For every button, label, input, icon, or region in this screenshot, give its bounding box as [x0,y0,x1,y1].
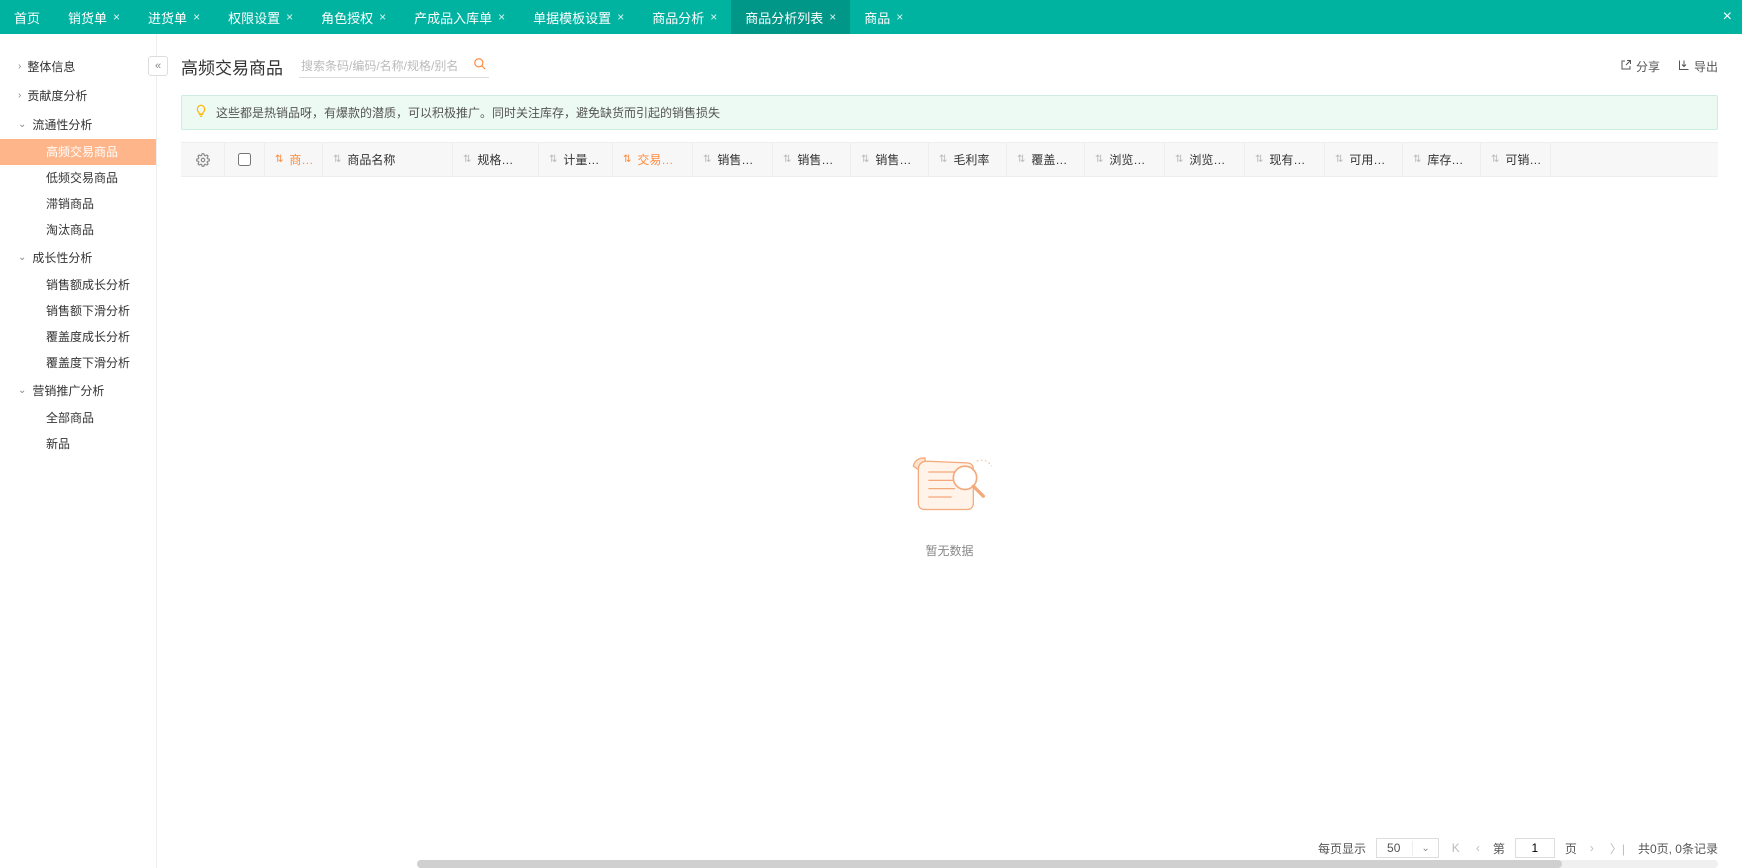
page-suffix: 页 [1565,840,1577,857]
empty-illustration [900,432,1000,532]
sidebar-item-销售额成长分析[interactable]: 销售额成长分析 [0,272,156,298]
pagination: 每页显示 50 ⌄ K ‹ 第 页 › 〉| 共0页, 0条记录 [1318,838,1718,858]
close-icon[interactable]: × [896,10,903,24]
last-page-button[interactable]: 〉| [1607,840,1628,857]
tab-label: 商品分析列表 [745,8,823,27]
close-icon[interactable]: × [710,10,717,24]
page-prefix: 第 [1493,840,1505,857]
sidebar-item-滞销商品[interactable]: 滞销商品 [0,191,156,217]
first-page-button[interactable]: K [1449,841,1463,855]
page-header: 高频交易商品 分享 导出 [157,34,1742,89]
sidebar: « ›整体信息›贡献度分析⌄流通性分析高频交易商品低频交易商品滞销商品淘汰商品⌄… [0,34,157,868]
tab-角色授权[interactable]: 角色授权 × [307,0,400,34]
per-page-value: 50 [1377,839,1412,857]
chevron-icon: ⌄ [18,119,26,130]
sidebar-group-label: 流通性分析 [32,116,92,133]
horizontal-scrollbar[interactable] [417,860,1718,868]
sidebar-group-成长性分析[interactable]: ⌄ 成长性分析 [0,243,156,272]
search-icon[interactable] [473,57,487,74]
info-banner: 这些都是热销品呀，有爆款的潜质，可以积极推广。同时关注库存，避免缺货而引起的销售… [181,95,1718,130]
share-button[interactable]: 分享 [1620,58,1660,75]
page-input[interactable] [1515,838,1555,858]
tab-label: 销货单 [68,8,107,27]
tab-商品分析列表[interactable]: 商品分析列表 × [731,0,850,34]
tab-进货单[interactable]: 进货单 × [134,0,214,34]
export-button[interactable]: 导出 [1678,58,1718,75]
tab-产成品入库单[interactable]: 产成品入库单 × [400,0,519,34]
sidebar-group-营销推广分析[interactable]: ⌄ 营销推广分析 [0,376,156,405]
sidebar-item-覆盖度下滑分析[interactable]: 覆盖度下滑分析 [0,350,156,376]
tab-首页[interactable]: 首页 [0,0,54,34]
tab-label: 商品分析 [652,8,704,27]
tab-label: 权限设置 [228,8,280,27]
tab-label: 商品 [864,8,890,27]
chevron-down-icon: ⌄ [1412,841,1437,856]
close-icon[interactable]: × [829,10,836,24]
tab-label: 产成品入库单 [414,8,492,27]
sidebar-group-label: 贡献度分析 [27,87,87,104]
close-icon[interactable]: × [286,10,293,24]
main-panel: 高频交易商品 分享 导出 [157,34,1742,868]
sidebar-item-销售额下滑分析[interactable]: 销售额下滑分析 [0,298,156,324]
chevron-icon: ⌄ [18,252,26,263]
sidebar-group-流通性分析[interactable]: ⌄ 流通性分析 [0,110,156,139]
sidebar-item-全部商品[interactable]: 全部商品 [0,405,156,431]
per-page-select[interactable]: 50 ⌄ [1376,838,1439,858]
share-label: 分享 [1636,58,1660,75]
sidebar-item-新品[interactable]: 新品 [0,431,156,457]
tab-权限设置[interactable]: 权限设置 × [214,0,307,34]
close-icon[interactable]: × [193,10,200,24]
export-icon [1678,59,1690,74]
sidebar-group-整体信息[interactable]: › 整体信息 [0,52,156,81]
close-icon[interactable]: × [498,10,505,24]
empty-state: 暂无数据 [157,137,1742,854]
total-text: 共0页, 0条记录 [1638,840,1718,857]
tab-label: 角色授权 [321,8,373,27]
per-page-label: 每页显示 [1318,840,1366,857]
sidebar-item-低频交易商品[interactable]: 低频交易商品 [0,165,156,191]
tab-label: 单据模板设置 [533,8,611,27]
sidebar-item-覆盖度成长分析[interactable]: 覆盖度成长分析 [0,324,156,350]
empty-text: 暂无数据 [925,542,973,559]
tab-商品分析[interactable]: 商品分析 × [638,0,731,34]
prev-page-button[interactable]: ‹ [1473,841,1483,855]
sidebar-group-label: 营销推广分析 [32,382,104,399]
tab-单据模板设置[interactable]: 单据模板设置 × [519,0,638,34]
top-tab-bar: 首页销货单×进货单×权限设置×角色授权×产成品入库单×单据模板设置×商品分析×商… [0,0,1742,34]
scrollbar-thumb[interactable] [417,860,1562,868]
banner-text: 这些都是热销品呀，有爆款的潜质，可以积极推广。同时关注库存，避免缺货而引起的销售… [216,104,720,121]
tab-label: 进货单 [148,8,187,27]
chevron-icon: › [18,90,21,101]
tab-销货单[interactable]: 销货单 × [54,0,134,34]
close-icon[interactable]: × [379,10,386,24]
share-icon [1620,59,1632,74]
sidebar-group-label: 整体信息 [27,58,75,75]
search-input[interactable] [299,55,489,78]
sidebar-group-贡献度分析[interactable]: › 贡献度分析 [0,81,156,110]
close-icon[interactable]: × [113,10,120,24]
page-title: 高频交易商品 [181,54,283,79]
tab-商品[interactable]: 商品 × [850,0,917,34]
chevron-icon: ⌄ [18,385,26,396]
sidebar-item-淘汰商品[interactable]: 淘汰商品 [0,217,156,243]
bulb-icon [194,104,208,121]
next-page-button[interactable]: › [1587,841,1597,855]
close-icon[interactable]: × [617,10,624,24]
close-all-tabs[interactable]: × [1723,0,1732,34]
search-box [299,55,489,78]
sidebar-group-label: 成长性分析 [32,249,92,266]
export-label: 导出 [1694,58,1718,75]
sidebar-item-高频交易商品[interactable]: 高频交易商品 [0,139,156,165]
chevron-icon: › [18,61,21,72]
tab-label: 首页 [14,8,40,27]
